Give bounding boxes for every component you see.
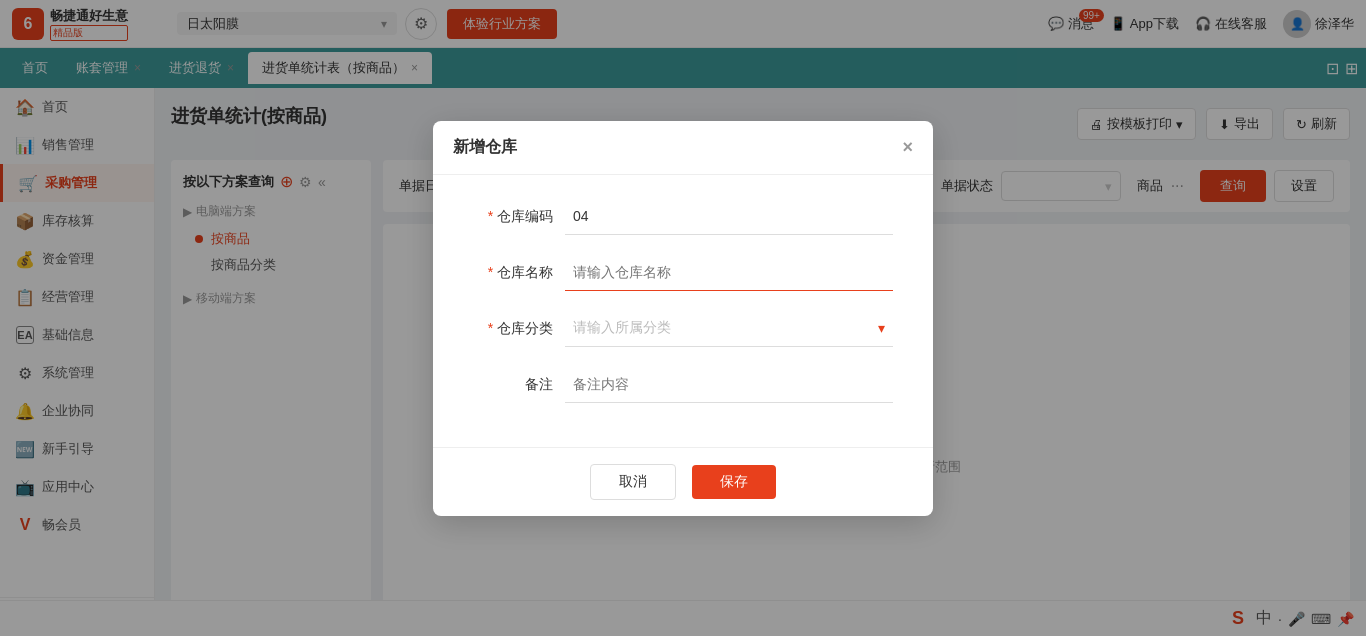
save-button[interactable]: 保存: [692, 465, 776, 499]
code-input[interactable]: [565, 199, 893, 235]
dialog-title: 新增仓库: [453, 137, 517, 158]
name-label: 仓库名称: [473, 264, 553, 282]
form-row-name: 仓库名称: [473, 255, 893, 291]
category-placeholder: 请输入所属分类: [573, 319, 671, 337]
remark-input[interactable]: [565, 367, 893, 403]
dialog-close-button[interactable]: ×: [902, 138, 913, 156]
dialog-footer: 取消 保存: [433, 447, 933, 516]
dialog-header: 新增仓库 ×: [433, 121, 933, 175]
dialog-overlay[interactable]: 新增仓库 × 仓库编码 仓库名称 仓库分类 请输入所属分类 ▾: [0, 0, 1366, 636]
remark-label: 备注: [473, 376, 553, 394]
form-row-remark: 备注: [473, 367, 893, 403]
chevron-category-icon: ▾: [878, 320, 885, 336]
category-label: 仓库分类: [473, 320, 553, 338]
name-input[interactable]: [565, 255, 893, 291]
category-select[interactable]: 请输入所属分类 ▾: [565, 311, 893, 347]
new-warehouse-dialog: 新增仓库 × 仓库编码 仓库名称 仓库分类 请输入所属分类 ▾: [433, 121, 933, 516]
form-row-code: 仓库编码: [473, 199, 893, 235]
cancel-button[interactable]: 取消: [590, 464, 676, 500]
form-row-category: 仓库分类 请输入所属分类 ▾: [473, 311, 893, 347]
dialog-body: 仓库编码 仓库名称 仓库分类 请输入所属分类 ▾ 备注: [433, 175, 933, 447]
code-label: 仓库编码: [473, 208, 553, 226]
